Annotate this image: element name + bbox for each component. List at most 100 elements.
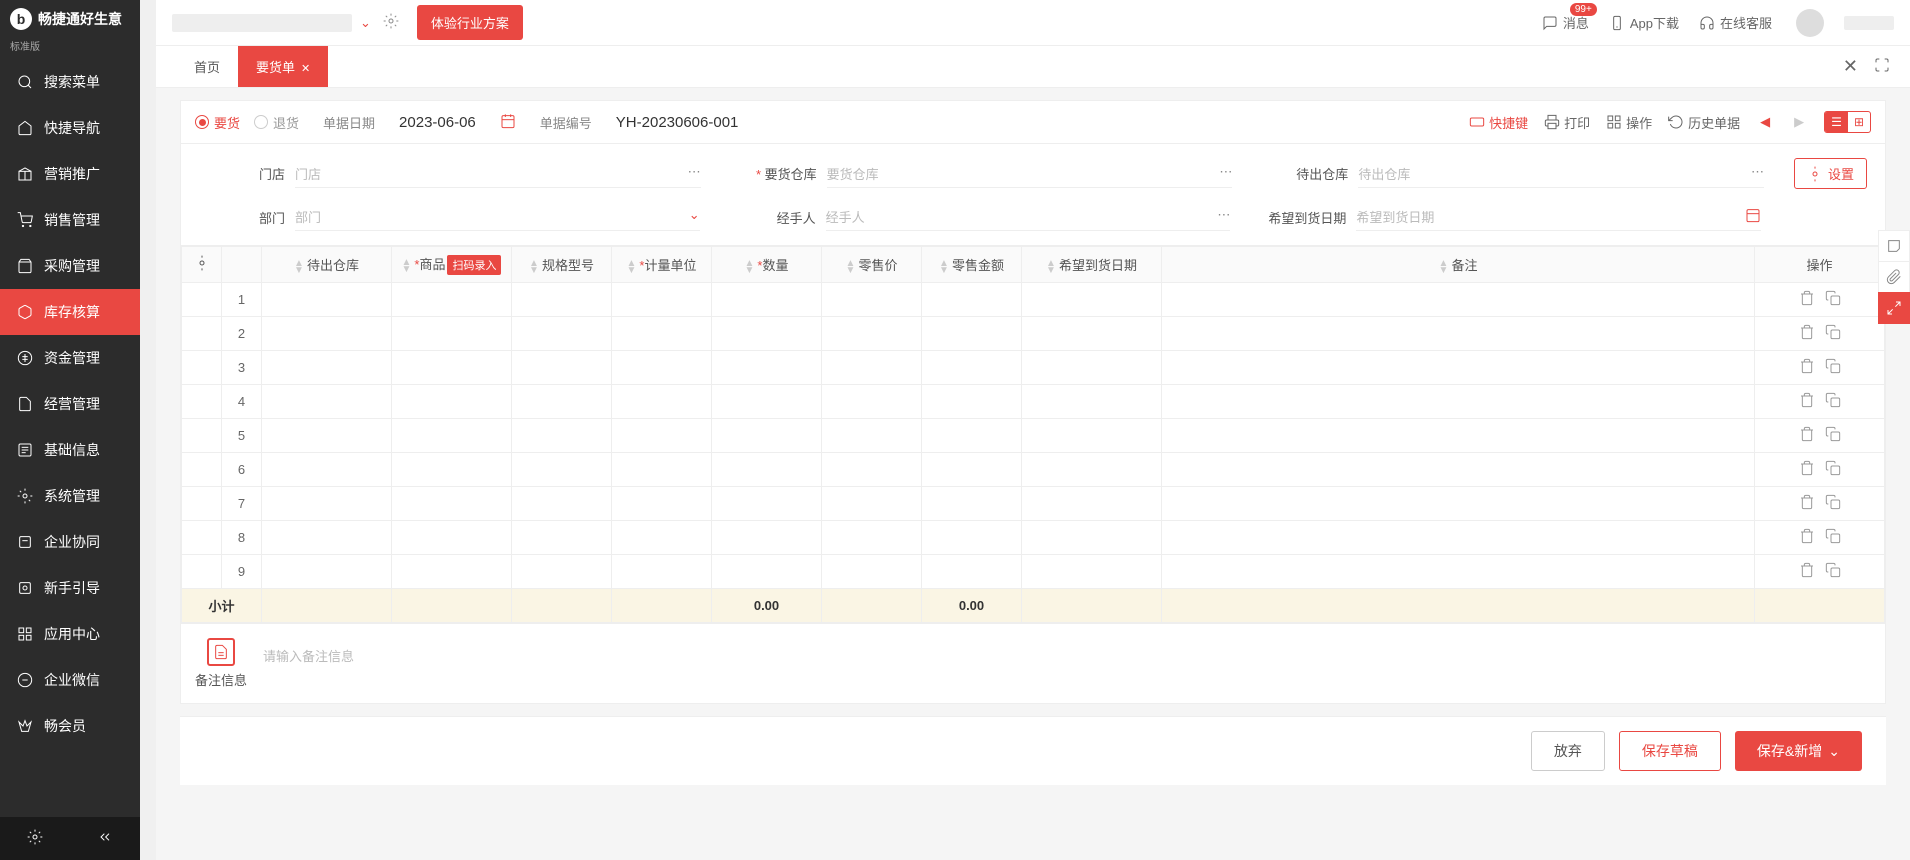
delete-row-button[interactable]	[1799, 392, 1815, 411]
tab-0[interactable]: 首页	[176, 46, 238, 87]
th-unit[interactable]: ▲▼*计量单位	[612, 247, 712, 283]
abandon-button[interactable]: 放弃	[1531, 731, 1605, 771]
table-row[interactable]: 2	[182, 317, 1885, 351]
tab-1[interactable]: 要货单✕	[238, 46, 328, 87]
copy-row-button[interactable]	[1825, 494, 1841, 513]
float-tool-notes[interactable]	[1878, 230, 1910, 262]
delete-row-button[interactable]	[1799, 494, 1815, 513]
table-row[interactable]: 9	[182, 555, 1885, 589]
close-tab-button[interactable]: ✕	[1843, 56, 1858, 77]
sidebar-item-13[interactable]: 企业微信	[0, 657, 140, 703]
radio-return[interactable]: 退货	[254, 113, 299, 132]
store-input[interactable]: 门店 ⋯	[295, 160, 701, 188]
sidebar-item-1[interactable]: 快捷导航	[0, 105, 140, 151]
sidebar-item-10[interactable]: 企业协同	[0, 519, 140, 565]
copy-row-button[interactable]	[1825, 562, 1841, 581]
sidebar-item-0[interactable]: 搜索菜单	[0, 59, 140, 105]
calendar-icon[interactable]	[1745, 207, 1761, 226]
tab-close-icon[interactable]: ✕	[301, 63, 310, 75]
th-remark[interactable]: ▲▼备注	[1162, 247, 1755, 283]
copy-row-button[interactable]	[1825, 324, 1841, 343]
sidebar-item-8[interactable]: 基础信息	[0, 427, 140, 473]
more-icon[interactable]: ⋯	[688, 164, 701, 180]
th-out-wh[interactable]: ▲▼待出仓库	[262, 247, 392, 283]
company-selector[interactable]: ⌄	[172, 14, 371, 32]
fullscreen-button[interactable]	[1874, 57, 1890, 76]
copy-row-button[interactable]	[1825, 290, 1841, 309]
request-wh-input[interactable]: 要货仓库 ⋯	[827, 160, 1233, 188]
prev-doc-button[interactable]: ◀	[1756, 114, 1774, 130]
save-add-button[interactable]: 保存&新增 ⌄	[1735, 731, 1862, 771]
sidebar-item-14[interactable]: 畅会员	[0, 703, 140, 749]
online-service-link[interactable]: 在线客服	[1699, 13, 1772, 32]
view-list-button[interactable]: ☰	[1825, 112, 1848, 132]
table-row[interactable]: 5	[182, 419, 1885, 453]
operations-button[interactable]: 操作	[1606, 113, 1652, 132]
table-row[interactable]: 3	[182, 351, 1885, 385]
collapse-button[interactable]	[70, 817, 140, 860]
history-button[interactable]: 历史单据	[1668, 113, 1740, 132]
th-price[interactable]: ▲▼零售价	[822, 247, 922, 283]
expect-date-input[interactable]: 希望到货日期	[1356, 203, 1761, 231]
settings-gear-button[interactable]	[0, 817, 70, 860]
avatar[interactable]	[1796, 9, 1824, 37]
delete-row-button[interactable]	[1799, 426, 1815, 445]
view-grid-button[interactable]: ⊞	[1848, 112, 1870, 132]
copy-row-button[interactable]	[1825, 528, 1841, 547]
float-tool-attachment[interactable]	[1878, 261, 1910, 293]
sidebar-item-7[interactable]: 经营管理	[0, 381, 140, 427]
table-row[interactable]: 4	[182, 385, 1885, 419]
app-download-link[interactable]: App下载	[1609, 13, 1679, 32]
scan-tag[interactable]: 扫码录入	[447, 255, 501, 275]
copy-row-button[interactable]	[1825, 426, 1841, 445]
remarks-input[interactable]: 请输入备注信息	[263, 638, 1871, 673]
sidebar-item-12[interactable]: 应用中心	[0, 611, 140, 657]
more-icon[interactable]: ⋯	[1217, 207, 1230, 223]
more-icon[interactable]: ⋯	[1219, 164, 1232, 180]
copy-row-button[interactable]	[1825, 392, 1841, 411]
sidebar-item-2[interactable]: 营销推广	[0, 151, 140, 197]
header-settings-button[interactable]	[383, 13, 399, 32]
float-tool-expand[interactable]	[1878, 292, 1910, 324]
dept-input[interactable]: 部门 ⌄	[295, 203, 700, 231]
calendar-icon[interactable]	[500, 113, 516, 132]
form-settings-button[interactable]: 设置	[1794, 158, 1867, 189]
shortcut-button[interactable]: 快捷键	[1469, 113, 1528, 132]
copy-row-button[interactable]	[1825, 460, 1841, 479]
messages-link[interactable]: 消息 99+	[1542, 13, 1589, 32]
sidebar-item-3[interactable]: 销售管理	[0, 197, 140, 243]
save-draft-button[interactable]: 保存草稿	[1619, 731, 1721, 771]
sidebar-item-5[interactable]: 库存核算	[0, 289, 140, 335]
th-expect-date[interactable]: ▲▼希望到货日期	[1022, 247, 1162, 283]
delete-row-button[interactable]	[1799, 460, 1815, 479]
sidebar-scrollbar[interactable]	[140, 0, 156, 860]
chevron-down-icon[interactable]: ⌄	[689, 207, 700, 223]
th-spec[interactable]: ▲▼规格型号	[512, 247, 612, 283]
table-row[interactable]: 8	[182, 521, 1885, 555]
next-doc-button[interactable]: ▶	[1790, 114, 1808, 130]
delete-row-button[interactable]	[1799, 562, 1815, 581]
th-amount[interactable]: ▲▼零售金额	[922, 247, 1022, 283]
delete-row-button[interactable]	[1799, 324, 1815, 343]
copy-row-button[interactable]	[1825, 358, 1841, 377]
th-product[interactable]: ▲▼*商品扫码录入	[392, 247, 512, 283]
sidebar-item-4[interactable]: 采购管理	[0, 243, 140, 289]
table-row[interactable]: 7	[182, 487, 1885, 521]
out-wh-input[interactable]: 待出仓库 ⋯	[1358, 160, 1764, 188]
radio-request[interactable]: 要货	[195, 113, 240, 132]
delete-row-button[interactable]	[1799, 358, 1815, 377]
handler-input[interactable]: 经手人 ⋯	[826, 203, 1231, 231]
th-qty[interactable]: ▲▼*数量	[712, 247, 822, 283]
print-button[interactable]: 打印	[1544, 113, 1590, 132]
sidebar-item-6[interactable]: 资金管理	[0, 335, 140, 381]
more-icon[interactable]: ⋯	[1751, 164, 1764, 180]
doc-date-value[interactable]: 2023-06-06	[399, 114, 476, 131]
sidebar-item-11[interactable]: 新手引导	[0, 565, 140, 611]
delete-row-button[interactable]	[1799, 528, 1815, 547]
table-row[interactable]: 1	[182, 283, 1885, 317]
th-gear[interactable]	[182, 247, 222, 283]
experience-button[interactable]: 体验行业方案	[417, 5, 523, 40]
sidebar-item-9[interactable]: 系统管理	[0, 473, 140, 519]
delete-row-button[interactable]	[1799, 290, 1815, 309]
table-row[interactable]: 6	[182, 453, 1885, 487]
